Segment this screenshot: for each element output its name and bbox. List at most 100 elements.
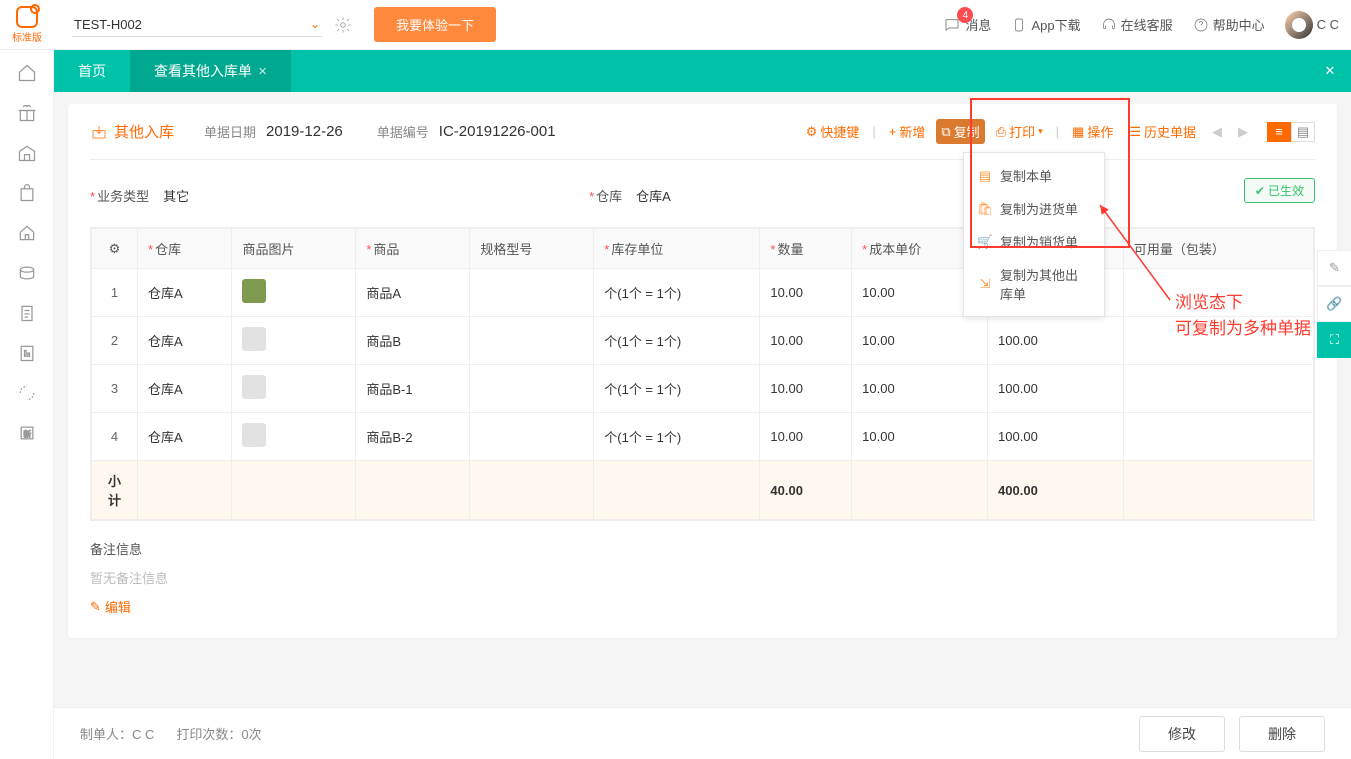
- next-button[interactable]: ▶: [1233, 121, 1253, 143]
- logo-label: 标准版: [12, 29, 42, 44]
- product-image-icon: [242, 279, 266, 303]
- copy-button[interactable]: ⧉ 复制: [936, 119, 984, 144]
- close-icon[interactable]: ✕: [258, 65, 267, 78]
- doc-date-value: 2019-12-26: [266, 123, 343, 140]
- warehouse-value: 仓库A: [636, 186, 671, 205]
- support-link[interactable]: 在线客服: [1101, 15, 1173, 34]
- dock-expand-icon[interactable]: ⛶: [1317, 322, 1351, 358]
- prev-button[interactable]: ◀: [1207, 121, 1227, 143]
- row-avail: [1123, 365, 1313, 413]
- row-index: 2: [92, 317, 138, 365]
- remark-title: 备注信息: [90, 539, 1315, 558]
- out-icon: ⇲: [978, 277, 992, 291]
- col-product: *商品: [356, 229, 470, 269]
- row-index: 3: [92, 365, 138, 413]
- help-link[interactable]: 帮助中心: [1193, 15, 1265, 34]
- messages-link[interactable]: 消息 4: [943, 15, 991, 34]
- operate-button[interactable]: ▦ 操作: [1067, 119, 1118, 144]
- dd-copy-other-out[interactable]: ⇲ 复制为其他出库单: [964, 258, 1104, 310]
- nav-gift-icon[interactable]: [16, 102, 38, 124]
- row-img: [232, 269, 356, 317]
- strip-close-button[interactable]: ✕: [1309, 50, 1351, 92]
- dd-copy-other-out-label: 复制为其他出库单: [1000, 265, 1090, 303]
- row-index: 4: [92, 413, 138, 461]
- copy-dropdown: ▤ 复制本单 🛍 复制为进货单 🛒 复制为销货单 ⇲ 复制为其他出库单: [963, 152, 1105, 317]
- nav-new-icon[interactable]: 新: [16, 422, 38, 444]
- table-row[interactable]: 1仓库A商品A个(1个 = 1个)10.0010.00100.00: [92, 269, 1314, 317]
- row-amount: 100.00: [988, 365, 1124, 413]
- view-list-icon[interactable]: ≡: [1267, 122, 1291, 142]
- nav-bag-icon[interactable]: [16, 182, 38, 204]
- biz-type-field: *业务类型 其它: [90, 186, 189, 205]
- username: C C: [1317, 17, 1339, 32]
- tab-view-other-in[interactable]: 查看其他入库单 ✕: [130, 50, 291, 92]
- app-download-link[interactable]: App下载: [1011, 15, 1080, 34]
- avatar-icon: [1285, 11, 1313, 39]
- edit-remark-link[interactable]: ✎ 编辑: [90, 597, 1315, 616]
- plus-icon: +: [889, 124, 897, 139]
- workspace-selector[interactable]: TEST-H002 ⌄: [72, 13, 322, 37]
- nav-money-icon[interactable]: [16, 262, 38, 284]
- document-card: 其他入库 单据日期 2019-12-26 单据编号 IC-20191226-00…: [68, 104, 1337, 638]
- tab-home[interactable]: 首页: [54, 50, 130, 92]
- new-button[interactable]: + 新增: [884, 119, 931, 144]
- row-avail: [1123, 269, 1313, 317]
- row-warehouse: 仓库A: [138, 413, 232, 461]
- user-menu[interactable]: C C: [1285, 11, 1339, 39]
- dd-copy-purchase[interactable]: 🛍 复制为进货单: [964, 192, 1104, 225]
- nav-warehouse-icon[interactable]: [16, 142, 38, 164]
- product-image-icon: [242, 375, 266, 399]
- card-header: 其他入库 单据日期 2019-12-26 单据编号 IC-20191226-00…: [90, 104, 1315, 160]
- nav-home-icon[interactable]: [16, 62, 38, 84]
- table-row[interactable]: 3仓库A商品B-1个(1个 = 1个)10.0010.00100.00: [92, 365, 1314, 413]
- gear-icon: ⚙: [109, 241, 121, 256]
- nav-clipboard-icon[interactable]: [16, 302, 38, 324]
- row-price: 10.00: [852, 413, 988, 461]
- table-row[interactable]: 4仓库A商品B-2个(1个 = 1个)10.0010.00100.00: [92, 413, 1314, 461]
- new-label: 新增: [899, 122, 925, 141]
- remark-section: 备注信息 暂无备注信息 ✎ 编辑: [90, 539, 1315, 616]
- try-button[interactable]: 我要体验一下: [374, 7, 496, 42]
- subtotal-row: 小计40.00400.00: [92, 461, 1314, 520]
- print-button[interactable]: ⎙ 打印 ▾: [991, 119, 1048, 144]
- dock-note-icon[interactable]: ✎: [1317, 250, 1351, 286]
- tab-active-label: 查看其他入库单: [154, 61, 252, 81]
- row-avail: [1123, 317, 1313, 365]
- warehouse-field: *仓库 仓库A: [589, 186, 671, 205]
- history-button[interactable]: ☰ 历史单据: [1124, 119, 1201, 144]
- row-amount: 100.00: [988, 413, 1124, 461]
- col-img: 商品图片: [232, 229, 356, 269]
- print-count-info: 打印次数：0次: [176, 724, 261, 743]
- right-dock: ✎ 🔗 ⛶: [1317, 250, 1351, 358]
- doc-date-label: 单据日期: [204, 122, 256, 141]
- delete-button[interactable]: 删除: [1239, 716, 1325, 752]
- dd-copy-this[interactable]: ▤ 复制本单: [964, 159, 1104, 192]
- row-unit: 个(1个 = 1个): [594, 365, 760, 413]
- row-price: 10.00: [852, 317, 988, 365]
- table-row[interactable]: 2仓库A商品B个(1个 = 1个)10.0010.00100.00: [92, 317, 1314, 365]
- doc-meta: 单据日期 2019-12-26 单据编号 IC-20191226-001: [204, 122, 556, 141]
- check-icon: ✔: [1255, 184, 1265, 198]
- view-grid-icon[interactable]: ▤: [1291, 122, 1315, 142]
- page-content: 其他入库 单据日期 2019-12-26 单据编号 IC-20191226-00…: [54, 92, 1351, 759]
- nav-house-icon[interactable]: [16, 222, 38, 244]
- dd-copy-purchase-label: 复制为进货单: [1000, 199, 1078, 218]
- row-spec: [470, 269, 594, 317]
- doc-no-value: IC-20191226-001: [439, 123, 556, 140]
- dock-link-icon[interactable]: 🔗: [1317, 286, 1351, 322]
- modify-button[interactable]: 修改: [1139, 716, 1225, 752]
- row-img: [232, 317, 356, 365]
- col-gear[interactable]: ⚙: [92, 229, 138, 269]
- shortcut-button[interactable]: ⚙ 快捷键: [801, 119, 865, 144]
- biz-type-value: 其它: [163, 186, 189, 205]
- col-unit: *库存单位: [594, 229, 760, 269]
- nav-report-icon[interactable]: [16, 342, 38, 364]
- dd-copy-sales-label: 复制为销货单: [1000, 232, 1078, 251]
- nav-refresh-icon[interactable]: [16, 382, 38, 404]
- dd-copy-sales[interactable]: 🛒 复制为销货单: [964, 225, 1104, 258]
- headset-icon: [1101, 17, 1117, 33]
- copy-label: 复制: [954, 122, 980, 141]
- grid-icon: ▦: [1072, 124, 1084, 140]
- gear-icon[interactable]: [334, 16, 352, 34]
- gear-icon: ⚙: [806, 124, 818, 140]
